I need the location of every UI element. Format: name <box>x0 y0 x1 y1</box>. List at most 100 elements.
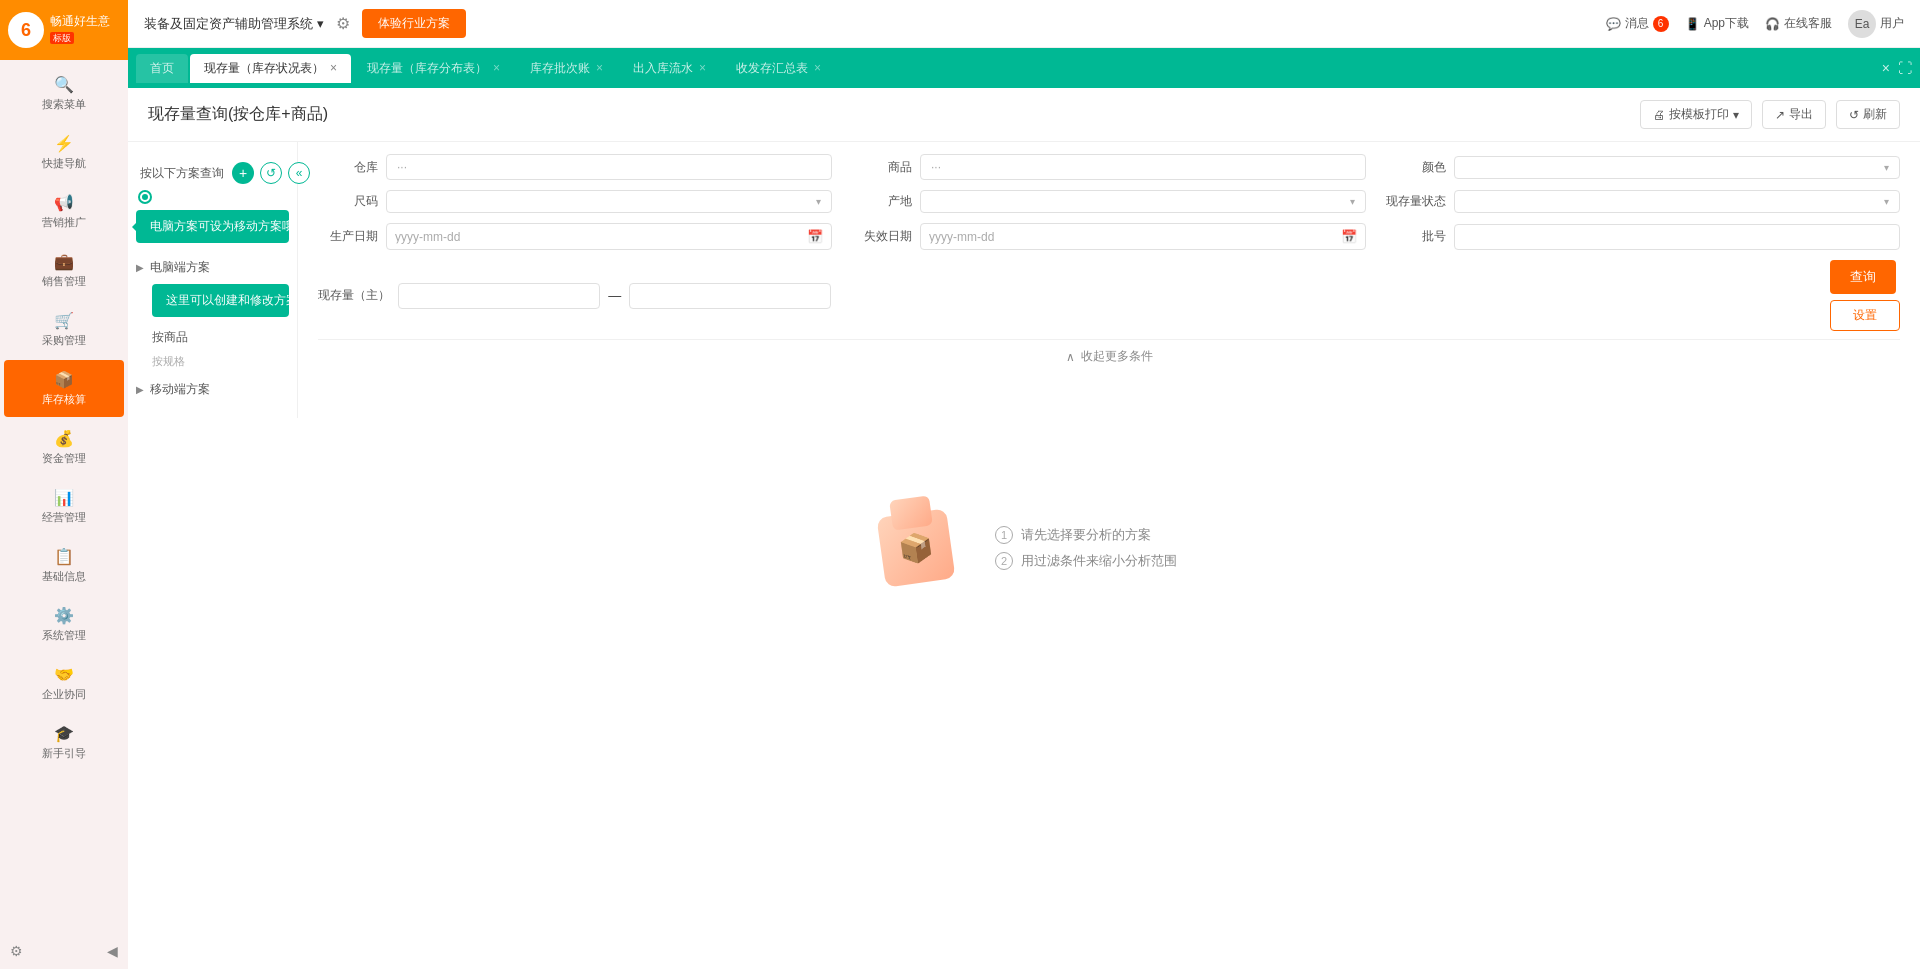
filter-row-4: 现存量（主） — 查询 设置 <box>318 260 1900 331</box>
goods-label: 商品 <box>852 159 912 176</box>
schema-group-desktop-header[interactable]: ▶ 电脑端方案 <box>128 255 297 280</box>
group-label: 移动端方案 <box>150 381 210 398</box>
message-item[interactable]: 💬 消息 6 <box>1606 15 1669 32</box>
sidebar-item-label: 资金管理 <box>42 451 86 466</box>
cart-icon: 🛒 <box>54 311 74 330</box>
settings-icon[interactable]: ⚙ <box>336 14 350 33</box>
export-button[interactable]: ↗ 导出 <box>1762 100 1826 129</box>
schema-group-mobile-header[interactable]: ▶ 移动端方案 <box>128 377 297 402</box>
prod-date-input[interactable] <box>395 230 807 244</box>
tab-batch-account[interactable]: 库存批次账 × <box>516 54 617 83</box>
filter-field-warehouse: 仓库 ··· <box>318 154 832 180</box>
schema-back-button[interactable]: « <box>288 162 310 184</box>
tab-inventory-status[interactable]: 现存量（库存状况表） × <box>190 54 351 83</box>
color-label: 颜色 <box>1386 159 1446 176</box>
expiry-date-input-wrapper: 📅 <box>920 223 1366 250</box>
system-select[interactable]: 装备及固定资产辅助管理系统 ▾ <box>144 15 324 33</box>
sidebar-item-marketing[interactable]: 📢 营销推广 <box>4 183 124 240</box>
tab-fullscreen-icon[interactable]: ⛶ <box>1898 60 1912 76</box>
chevron-down-icon: ▾ <box>317 16 324 31</box>
item-label: 按商品 <box>152 329 188 346</box>
user-item[interactable]: Ea 用户 <box>1848 10 1904 38</box>
tab-label: 现存量（库存分布表） <box>367 60 487 77</box>
online-support-item[interactable]: 🎧 在线客服 <box>1765 15 1832 32</box>
sidebar-item-newbie[interactable]: 🎓 新手引导 <box>4 714 124 771</box>
color-select[interactable]: ▾ <box>1454 156 1900 179</box>
set-button[interactable]: 设置 <box>1830 300 1900 331</box>
step-2-text: 用过滤条件来缩小分析范围 <box>1021 552 1177 570</box>
export-icon: ↗ <box>1775 108 1785 122</box>
batch-input[interactable] <box>1454 224 1900 250</box>
origin-select[interactable]: ▾ <box>920 190 1366 213</box>
sidebar-item-enterprise[interactable]: 🤝 企业协同 <box>4 655 124 712</box>
tab-close-icon[interactable]: × <box>699 61 706 75</box>
filter-field-batch: 批号 <box>1386 223 1900 250</box>
warehouse-input[interactable]: ··· <box>386 154 832 180</box>
size-select[interactable]: ▾ <box>386 190 832 213</box>
schema-item-by-spec[interactable]: 按规格 <box>128 350 297 373</box>
stock-status-select[interactable]: ▾ <box>1454 190 1900 213</box>
sidebar-logo: 6 畅通好生意 标版 <box>0 0 128 60</box>
sidebar-item-label: 企业协同 <box>42 687 86 702</box>
tab-close-icon[interactable]: × <box>814 61 821 75</box>
app-download-item[interactable]: 📱 App下载 <box>1685 15 1749 32</box>
expiry-date-input[interactable] <box>929 230 1341 244</box>
sidebar-item-system[interactable]: ⚙️ 系统管理 <box>4 596 124 653</box>
industry-button[interactable]: 体验行业方案 <box>362 9 466 38</box>
schema-add-button[interactable]: + <box>232 162 254 184</box>
sidebar-item-basic-info[interactable]: 📋 基础信息 <box>4 537 124 594</box>
megaphone-icon: 📢 <box>54 193 74 212</box>
page-title: 现存量查询(按仓库+商品) <box>148 104 328 125</box>
search-icon: 🔍 <box>54 75 74 94</box>
sidebar-item-search[interactable]: 🔍 搜索菜单 <box>4 65 124 122</box>
stock-main-to[interactable] <box>629 283 831 309</box>
filter-schema-area: 按以下方案查询 + ↺ « 电脑方案可设为移动方案哦 × <box>128 142 1920 418</box>
collapse-more-btn[interactable]: ∧ 收起更多条件 <box>318 339 1900 373</box>
print-button[interactable]: 🖨 按模板打印 ▾ <box>1640 100 1752 129</box>
footer-settings-icon[interactable]: ⚙ <box>10 943 23 959</box>
filter-field-prod-date: 生产日期 📅 <box>318 223 832 250</box>
dot-circle <box>140 192 150 202</box>
tooltip-close-1[interactable]: × <box>302 220 309 234</box>
origin-label: 产地 <box>852 193 912 210</box>
stock-main-from[interactable] <box>398 283 600 309</box>
search-button[interactable]: 查询 <box>1830 260 1896 294</box>
logo-text: 畅通好生意 标版 <box>50 14 110 45</box>
tab-close-icon[interactable]: × <box>596 61 603 75</box>
empty-text: 1 请先选择要分析的方案 2 用过滤条件来缩小分析范围 <box>995 526 1177 570</box>
tab-inventory-dist[interactable]: 现存量（库存分布表） × <box>353 54 514 83</box>
tab-inout-flow[interactable]: 出入库流水 × <box>619 54 720 83</box>
tab-home[interactable]: 首页 <box>136 54 188 83</box>
tab-close-icon[interactable]: × <box>493 61 500 75</box>
sidebar-item-finance[interactable]: 💰 资金管理 <box>4 419 124 476</box>
sidebar-item-purchase[interactable]: 🛒 采购管理 <box>4 301 124 358</box>
calendar-icon[interactable]: 📅 <box>807 229 823 244</box>
sidebar-item-inventory[interactable]: 📦 库存核算 <box>4 360 124 417</box>
goods-input[interactable]: ··· <box>920 154 1366 180</box>
calendar-icon[interactable]: 📅 <box>1341 229 1357 244</box>
tab-summary[interactable]: 收发存汇总表 × <box>722 54 835 83</box>
schema-left-panel: 按以下方案查询 + ↺ « 电脑方案可设为移动方案哦 × <box>128 142 298 418</box>
tab-label: 收发存汇总表 <box>736 60 808 77</box>
schema-group-desktop: ▶ 电脑端方案 这里可以创建和修改方案哦 × 按商品 <box>128 255 297 373</box>
sidebar-item-label: 快捷导航 <box>42 156 86 171</box>
sidebar-item-operations[interactable]: 📊 经营管理 <box>4 478 124 535</box>
stock-main-label: 现存量（主） <box>318 287 390 304</box>
filter-field-stock-main: 现存量（主） — <box>318 283 831 309</box>
sidebar-item-label: 营销推广 <box>42 215 86 230</box>
sidebar-item-quicknav[interactable]: ⚡ 快捷导航 <box>4 124 124 181</box>
tooltip-close-2[interactable]: × <box>318 294 325 308</box>
empty-icon-top <box>889 495 933 530</box>
expand-icon: ▶ <box>136 384 144 395</box>
refresh-button[interactable]: ↺ 刷新 <box>1836 100 1900 129</box>
tab-close-icon[interactable]: × <box>330 61 337 75</box>
filter-field-color: 颜色 ▾ <box>1386 154 1900 180</box>
main-area: 装备及固定资产辅助管理系统 ▾ ⚙ 体验行业方案 💬 消息 6 📱 App下载 … <box>128 0 1920 969</box>
schema-item-by-goods[interactable]: 按商品 <box>128 325 297 350</box>
logo-icon: 6 <box>8 12 44 48</box>
app-download-label: App下载 <box>1704 15 1749 32</box>
tab-close-all-icon[interactable]: × <box>1882 60 1890 76</box>
schema-refresh-button[interactable]: ↺ <box>260 162 282 184</box>
footer-collapse-icon[interactable]: ◀ <box>107 943 118 959</box>
sidebar-item-sales[interactable]: 💼 销售管理 <box>4 242 124 299</box>
